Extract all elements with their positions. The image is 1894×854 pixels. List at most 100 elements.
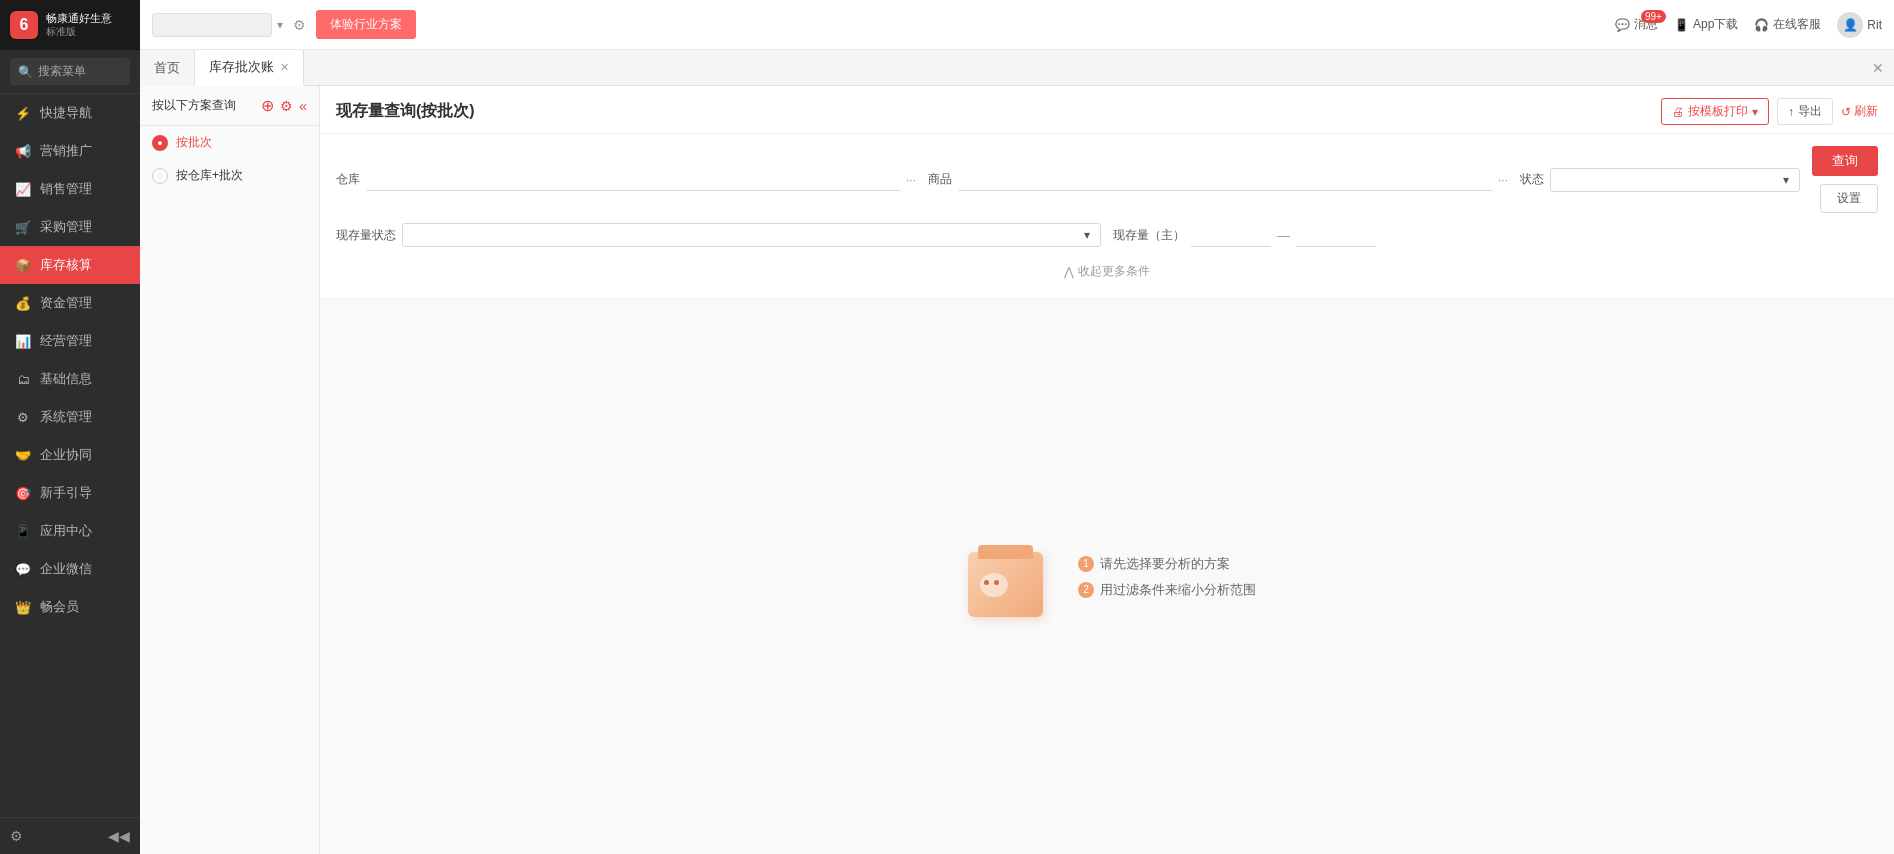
- box-face: [980, 573, 1008, 597]
- tabbar: 首页 库存批次账 ✕ ✕: [140, 50, 1894, 86]
- topbar-search-input[interactable]: [152, 13, 272, 37]
- sidebar-search-area: 🔍 搜索菜单: [0, 50, 140, 94]
- customer-service-button[interactable]: 🎧 在线客服: [1754, 16, 1821, 33]
- purchase-icon: 🛒: [14, 218, 32, 236]
- search-menu-button[interactable]: 🔍 搜索菜单: [10, 58, 130, 85]
- refresh-button[interactable]: ↺ 刷新: [1841, 103, 1878, 120]
- tab-home[interactable]: 首页: [140, 50, 195, 86]
- sidebar-item-app-center[interactable]: 📱 应用中心: [0, 512, 140, 550]
- phone-icon: 📱: [1674, 18, 1689, 32]
- basics-icon: 🗂: [14, 370, 32, 388]
- warehouse-more-button[interactable]: ···: [906, 173, 916, 187]
- topbar: ▾ ⚙ 体验行业方案 💬 消息 99+ 📱 App下载 🎧 在线客服 👤: [140, 0, 1894, 50]
- message-button[interactable]: 💬 消息 99+: [1615, 16, 1658, 33]
- collapse-up-icon: ⋀: [1064, 265, 1074, 279]
- tab-batch-account[interactable]: 库存批次账 ✕: [195, 50, 304, 86]
- app-center-icon: 📱: [14, 522, 32, 540]
- sidebar-item-operation[interactable]: 📊 经营管理: [0, 322, 140, 360]
- empty-hint-2: 2 用过滤条件来缩小分析范围: [1078, 581, 1256, 599]
- sidebar-item-finance[interactable]: 💰 资金管理: [0, 284, 140, 322]
- sidebar-item-quick-nav[interactable]: ⚡ 快捷导航: [0, 94, 140, 132]
- app-download-button[interactable]: 📱 App下载: [1674, 16, 1738, 33]
- product-filter: 商品 ···: [928, 168, 1508, 191]
- empty-state: 1 请先选择要分析的方案 2 用过滤条件来缩小分析范围: [320, 299, 1894, 854]
- sidebar-item-member[interactable]: 👑 畅会员: [0, 588, 140, 626]
- left-panel-actions: ⊕ ⚙ «: [261, 96, 307, 115]
- message-badge: 99+: [1641, 10, 1666, 23]
- content-area: 按以下方案查询 ⊕ ⚙ « ● 按批次 ○ 按仓库+批次 现存量查询(按批次): [140, 86, 1894, 854]
- empty-hint-1: 1 请先选择要分析的方案: [1078, 555, 1256, 573]
- scheme-item-by-batch[interactable]: ● 按批次: [140, 126, 319, 159]
- trial-industry-button[interactable]: 体验行业方案: [316, 10, 416, 39]
- message-icon: 💬: [1615, 18, 1630, 32]
- left-panel-header: 按以下方案查询 ⊕ ⚙ «: [140, 86, 319, 126]
- quick-nav-icon: ⚡: [14, 104, 32, 122]
- status-filter: 状态 ▾: [1520, 168, 1800, 192]
- left-panel-title: 按以下方案查询: [152, 97, 236, 114]
- stock-status-select[interactable]: ▾: [402, 223, 1101, 247]
- sidebar-item-system[interactable]: ⚙ 系统管理: [0, 398, 140, 436]
- sidebar-item-enterprise[interactable]: 🤝 企业协同: [0, 436, 140, 474]
- topbar-chevron-icon[interactable]: ▾: [277, 18, 283, 32]
- scheme-item-by-warehouse-batch[interactable]: ○ 按仓库+批次: [140, 159, 319, 192]
- stock-qty-filter: 现存量（主） —: [1113, 224, 1878, 247]
- finance-icon: 💰: [14, 294, 32, 312]
- stock-qty-label: 现存量（主）: [1113, 227, 1185, 244]
- sidebar-nav: ⚡ 快捷导航 📢 营销推广 📈 销售管理 🛒 采购管理 📦 库存核算 💰 资金管…: [0, 94, 140, 817]
- status-select[interactable]: ▾: [1550, 168, 1800, 192]
- collapse-left-button[interactable]: «: [299, 98, 307, 114]
- status-label: 状态: [1520, 171, 1544, 188]
- right-panel: 现存量查询(按批次) 🖨 按模板打印 ▾ ↑ 导出 ↺ 刷新: [320, 86, 1894, 854]
- filter-row-2: 现存量状态 ▾ 现存量（主） —: [336, 223, 1878, 247]
- stock-qty-range: —: [1191, 224, 1376, 247]
- query-button[interactable]: 查询: [1812, 146, 1878, 176]
- warehouse-filter: 仓库 ···: [336, 168, 916, 191]
- enterprise-icon: 🤝: [14, 446, 32, 464]
- export-icon: ↑: [1788, 105, 1794, 119]
- product-more-button[interactable]: ···: [1498, 173, 1508, 187]
- topbar-search-area: ▾: [152, 13, 283, 37]
- sidebar-item-inventory[interactable]: 📦 库存核算: [0, 246, 140, 284]
- product-input[interactable]: [958, 168, 1492, 191]
- collapse-sidebar-button[interactable]: ◀◀: [108, 828, 130, 844]
- filter-settings-button[interactable]: 设置: [1820, 184, 1878, 213]
- page-title-bar: 现存量查询(按批次) 🖨 按模板打印 ▾ ↑ 导出 ↺ 刷新: [320, 86, 1894, 134]
- tab-close-main-button[interactable]: ✕: [1862, 60, 1894, 76]
- main-area: ▾ ⚙ 体验行业方案 💬 消息 99+ 📱 App下载 🎧 在线客服 👤: [140, 0, 1894, 854]
- export-button[interactable]: ↑ 导出: [1777, 98, 1833, 125]
- wechat-icon: 💬: [14, 560, 32, 578]
- settings-scheme-button[interactable]: ⚙: [280, 98, 293, 114]
- warehouse-label: 仓库: [336, 171, 360, 188]
- print-button[interactable]: 🖨 按模板打印 ▾: [1661, 98, 1769, 125]
- brand-name: 畅康通好生意: [46, 11, 112, 25]
- topbar-right: 💬 消息 99+ 📱 App下载 🎧 在线客服 👤 Rit: [1615, 12, 1882, 38]
- sidebar-item-sales[interactable]: 📈 销售管理: [0, 170, 140, 208]
- stock-status-label: 现存量状态: [336, 227, 396, 244]
- sidebar-item-marketing[interactable]: 📢 营销推广: [0, 132, 140, 170]
- range-dash: —: [1277, 228, 1290, 243]
- status-chevron-icon: ▾: [1783, 173, 1789, 187]
- stock-qty-max-input[interactable]: [1296, 224, 1376, 247]
- settings-gear-button[interactable]: ⚙: [10, 828, 23, 844]
- tab-close-button[interactable]: ✕: [280, 62, 289, 73]
- guide-icon: 🎯: [14, 484, 32, 502]
- headset-icon: 🎧: [1754, 18, 1769, 32]
- add-scheme-button[interactable]: ⊕: [261, 96, 274, 115]
- stock-qty-min-input[interactable]: [1191, 224, 1271, 247]
- topbar-gear-button[interactable]: ⚙: [293, 17, 306, 33]
- username-label: Rit: [1867, 18, 1882, 32]
- product-label: 商品: [928, 171, 952, 188]
- filter-area: 仓库 ··· 商品 ··· 状态 ▾: [320, 134, 1894, 299]
- sidebar-item-wechat[interactable]: 💬 企业微信: [0, 550, 140, 588]
- sidebar: 6 畅康通好生意 标准版 🔍 搜索菜单 ⚡ 快捷导航 📢 营销推广 📈 销售管理…: [0, 0, 140, 854]
- user-avatar-button[interactable]: 👤 Rit: [1837, 12, 1882, 38]
- collapse-more-button[interactable]: ⋀ 收起更多条件: [336, 257, 1878, 286]
- edition-label: 标准版: [46, 25, 112, 39]
- sidebar-item-purchase[interactable]: 🛒 采购管理: [0, 208, 140, 246]
- warehouse-input[interactable]: [366, 168, 900, 191]
- sidebar-item-basics[interactable]: 🗂 基础信息: [0, 360, 140, 398]
- chevron-down-icon: ▾: [1752, 105, 1758, 119]
- sidebar-item-guide[interactable]: 🎯 新手引导: [0, 474, 140, 512]
- operation-icon: 📊: [14, 332, 32, 350]
- scheme-unselected-indicator: ○: [152, 168, 168, 184]
